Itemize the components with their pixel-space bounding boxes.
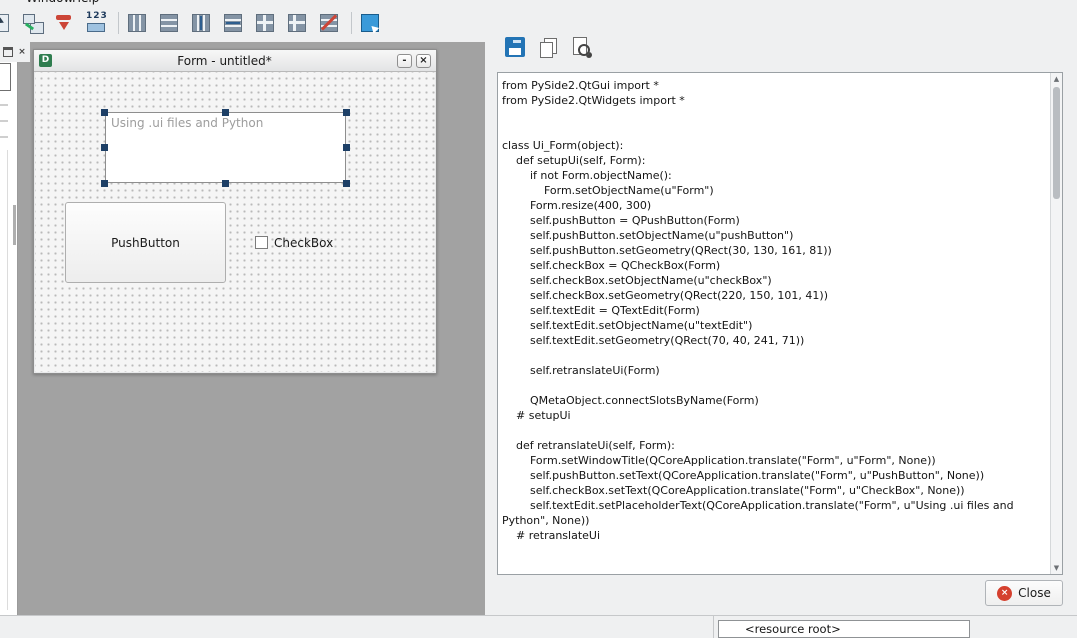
selection-handle[interactable] — [222, 180, 229, 187]
layout-vertical-icon[interactable] — [157, 11, 181, 35]
selection-handle[interactable] — [343, 180, 350, 187]
resource-root-label: <resource root> — [745, 622, 841, 636]
textedit-widget[interactable]: Using .ui files and Python — [105, 112, 346, 183]
widget-box-dock-titlebar: × — [0, 42, 30, 62]
selection-handle[interactable] — [101, 109, 108, 116]
edit-tab-order-icon[interactable] — [84, 11, 108, 35]
close-window-button[interactable]: × — [416, 54, 431, 68]
widget-box-item — [0, 136, 8, 138]
layout-form-icon[interactable] — [285, 11, 309, 35]
scroll-up-icon[interactable]: ▲ — [1051, 73, 1062, 85]
widget-box-filter-input[interactable] — [0, 63, 11, 91]
code-view[interactable]: from PySide2.QtGui import * from PySide2… — [497, 72, 1063, 575]
close-button[interactable]: × Close — [985, 580, 1063, 606]
copy-icon[interactable] — [536, 35, 560, 59]
code-preview-panel: from PySide2.QtGui import * from PySide2… — [485, 28, 1077, 615]
checkbox-indicator[interactable] — [255, 236, 268, 249]
edit-buddies-icon[interactable] — [52, 11, 76, 35]
find-icon[interactable] — [569, 35, 593, 59]
checkbox-widget[interactable]: CheckBox — [255, 222, 356, 263]
form-window-titlebar[interactable]: D Form - untitled* - × — [34, 50, 436, 72]
dock-close-icon[interactable]: × — [16, 46, 28, 58]
selection-handle[interactable] — [343, 144, 350, 151]
close-circle-icon: × — [997, 586, 1012, 601]
layout-splitter-horizontal-icon[interactable] — [189, 11, 213, 35]
form-editor-window: D Form - untitled* - × Using .ui files a… — [33, 49, 437, 374]
scroll-down-icon[interactable]: ▼ — [1051, 562, 1062, 574]
selection-handle[interactable] — [101, 144, 108, 151]
form-canvas[interactable]: Using .ui files and Python PushButton Ch… — [35, 72, 435, 372]
menu-window[interactable]: Window — [26, 0, 73, 5]
menu-help[interactable]: Help — [72, 0, 99, 5]
textedit-placeholder: Using .ui files and Python — [111, 116, 340, 130]
code-scrollbar[interactable]: ▲ ▼ — [1050, 73, 1062, 574]
resource-root-item[interactable]: <resource root> — [718, 620, 970, 638]
toolbar-separator — [351, 12, 352, 34]
dock-float-icon[interactable] — [2, 46, 14, 58]
widget-box-panel — [0, 62, 18, 615]
minimize-button[interactable]: - — [397, 54, 412, 68]
widget-box-item — [0, 120, 8, 122]
designer-form-icon: D — [39, 54, 52, 67]
layout-horizontal-icon[interactable] — [125, 11, 149, 35]
selection-handle[interactable] — [222, 109, 229, 116]
python-code-text[interactable]: from PySide2.QtGui import * from PySide2… — [498, 73, 1050, 574]
adjust-size-icon[interactable] — [358, 11, 382, 35]
dock-divider — [713, 615, 714, 638]
widget-box-item — [0, 104, 8, 106]
pushbutton-widget[interactable]: PushButton — [65, 202, 226, 283]
edit-widgets-icon[interactable] — [0, 11, 12, 35]
layout-grid-icon[interactable] — [253, 11, 277, 35]
menubar: Window Help — [0, 0, 1077, 7]
save-icon[interactable] — [503, 35, 527, 59]
code-preview-toolbar — [503, 35, 593, 59]
scrollbar-thumb[interactable] — [1053, 87, 1060, 199]
form-window-title: Form - untitled* — [56, 54, 393, 68]
selection-handle[interactable] — [101, 180, 108, 187]
edit-signals-slots-icon[interactable] — [20, 11, 44, 35]
checkbox-label: CheckBox — [274, 236, 333, 250]
layout-splitter-vertical-icon[interactable] — [221, 11, 245, 35]
widget-box-divider — [7, 150, 8, 610]
break-layout-icon[interactable] — [317, 11, 341, 35]
widget-box-scrollbar[interactable] — [13, 205, 16, 245]
toolbar-separator — [118, 12, 119, 34]
selection-handle[interactable] — [343, 109, 350, 116]
close-button-label: Close — [1018, 586, 1051, 600]
